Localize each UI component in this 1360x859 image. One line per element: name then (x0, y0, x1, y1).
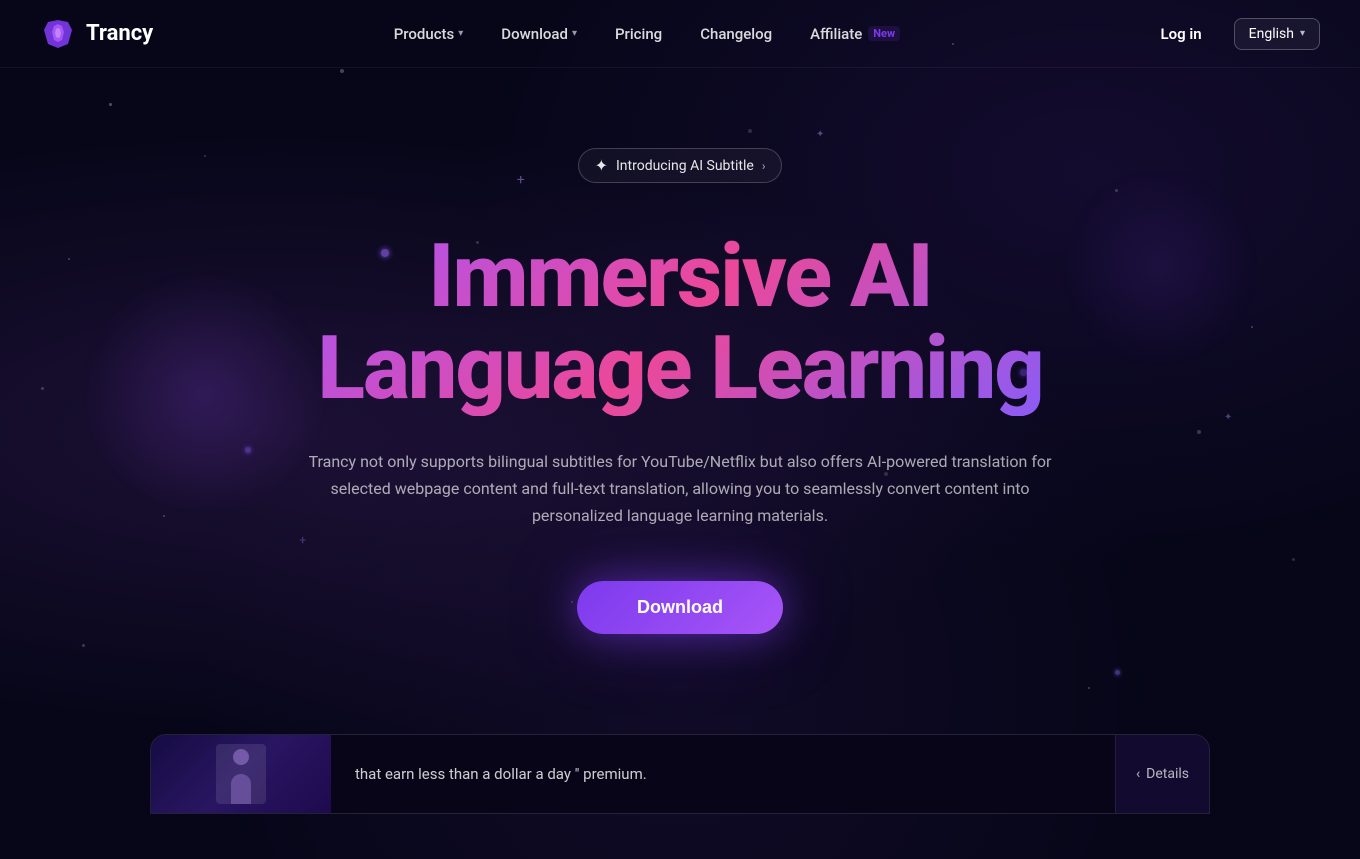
preview-section: that earn less than a dollar a day " pre… (0, 734, 1360, 814)
products-chevron-icon: ▾ (458, 28, 463, 39)
nav-changelog[interactable]: Changelog (684, 17, 788, 51)
logo-icon (40, 16, 76, 52)
details-label: Details (1146, 766, 1189, 782)
preview-video-thumbnail (151, 735, 331, 813)
logo[interactable]: Trancy (40, 16, 153, 52)
hero-title-line1: Immersive AI (317, 231, 1042, 323)
nav-right: Log in English ▾ (1141, 17, 1320, 51)
lang-chevron-icon: ▾ (1300, 28, 1305, 39)
badge-text: Introducing AI Subtitle (616, 158, 754, 174)
login-button[interactable]: Log in (1141, 17, 1222, 51)
nav-pricing[interactable]: Pricing (599, 17, 678, 51)
nav-links: Products ▾ Download ▾ Pricing Changelog … (378, 17, 916, 51)
preview-subtitle-text: that earn less than a dollar a day " pre… (355, 765, 647, 783)
hero-section: ✦ Introducing AI Subtitle › Immersive AI… (0, 68, 1360, 694)
nav-products[interactable]: Products ▾ (378, 17, 480, 51)
nav-download[interactable]: Download ▾ (485, 17, 593, 51)
badge-sparkle-icon: ✦ (595, 156, 608, 175)
glow-blob-left (80, 268, 330, 518)
hero-title: Immersive AI Language Learning (317, 231, 1042, 416)
subtitle-bar: that earn less than a dollar a day " pre… (331, 735, 1115, 813)
intro-badge[interactable]: ✦ Introducing AI Subtitle › (578, 148, 783, 183)
hero-subtitle: Trancy not only supports bilingual subti… (300, 448, 1060, 530)
lang-label: English (1249, 26, 1294, 42)
logo-text: Trancy (86, 21, 153, 46)
details-arrow-icon: ‹ (1136, 766, 1140, 782)
glow-blob-right (1060, 168, 1260, 368)
download-button[interactable]: Download (577, 581, 783, 634)
hero-title-line2: Language Learning (317, 323, 1042, 415)
badge-arrow-icon: › (762, 159, 766, 173)
navbar: Trancy Products ▾ Download ▾ Pricing Cha… (0, 0, 1360, 68)
download-chevron-icon: ▾ (572, 28, 577, 39)
nav-affiliate[interactable]: Affiliate New (794, 17, 916, 51)
language-selector[interactable]: English ▾ (1234, 18, 1320, 50)
preview-inner: that earn less than a dollar a day " pre… (151, 735, 1209, 813)
video-thumb-inner (151, 735, 331, 813)
affiliate-badge: New (868, 26, 900, 41)
details-button[interactable]: ‹ Details (1115, 735, 1209, 813)
preview-container: that earn less than a dollar a day " pre… (150, 734, 1210, 814)
